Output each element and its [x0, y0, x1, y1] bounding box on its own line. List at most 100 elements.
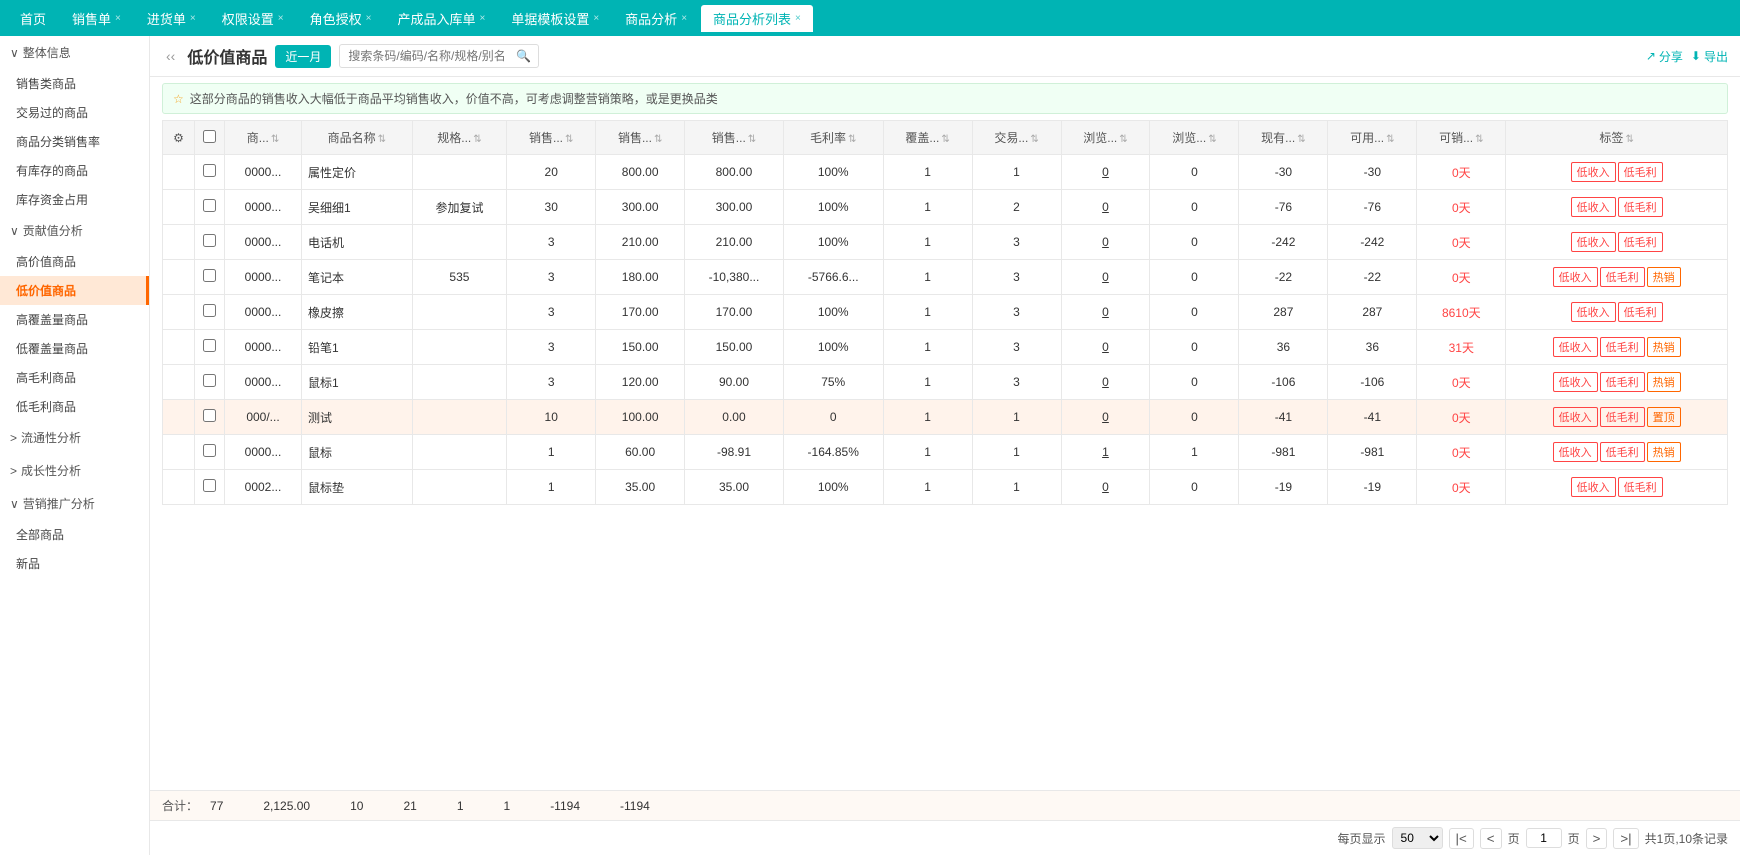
view1-column-header[interactable]: 浏览...⇅ — [1061, 121, 1150, 155]
last-page-button[interactable]: >| — [1613, 828, 1638, 849]
nav-item-单据模板设置[interactable]: 单据模板设置× — [499, 5, 611, 32]
sidebar-item-交易过的商品[interactable]: 交易过的商品 — [0, 98, 149, 127]
row-checkbox-input[interactable] — [203, 164, 216, 177]
nav-item-销售单[interactable]: 销售单× — [60, 5, 133, 32]
settings-column-header[interactable]: ⚙ — [163, 121, 195, 155]
nav-item-首页[interactable]: 首页 — [8, 5, 58, 32]
tags-column-header[interactable]: 标签⇅ — [1506, 121, 1728, 155]
row-view1[interactable]: 0 — [1061, 190, 1150, 225]
share-button[interactable]: ↗ 分享 — [1646, 48, 1683, 65]
nav-item-商品分析列表[interactable]: 商品分析列表× — [701, 5, 813, 32]
coverage-column-header[interactable]: 覆盖...⇅ — [883, 121, 972, 155]
sidebar-item-库存资金占用[interactable]: 库存资金占用 — [0, 185, 149, 214]
row-checkbox[interactable] — [195, 295, 225, 330]
row-checkbox[interactable] — [195, 190, 225, 225]
sidebar-group-贡献值分析[interactable]: ∨贡献值分析 — [0, 214, 149, 247]
first-page-button[interactable]: |< — [1449, 828, 1474, 849]
row-checkbox[interactable] — [195, 435, 225, 470]
view2-column-header[interactable]: 浏览...⇅ — [1150, 121, 1239, 155]
view-link[interactable]: 0 — [1102, 305, 1109, 319]
next-page-button[interactable]: > — [1586, 828, 1608, 849]
sidebar-item-商品分类销售率[interactable]: 商品分类销售率 — [0, 127, 149, 156]
search-icon[interactable]: 🔍 — [516, 49, 531, 63]
row-view1[interactable]: 0 — [1061, 470, 1150, 505]
close-icon[interactable]: × — [681, 13, 687, 24]
page-number-input[interactable] — [1526, 828, 1562, 848]
sidebar-group-成长性分析[interactable]: >成长性分析 — [0, 454, 149, 487]
sidebar-item-销售类商品[interactable]: 销售类商品 — [0, 69, 149, 98]
row-checkbox-input[interactable] — [203, 409, 216, 422]
view-link[interactable]: 0 — [1102, 375, 1109, 389]
current-stock-column-header[interactable]: 现有...⇅ — [1239, 121, 1328, 155]
sidebar-group-营销推广分析[interactable]: ∨营销推广分析 — [0, 487, 149, 520]
row-checkbox[interactable] — [195, 400, 225, 435]
sidebar-item-高覆盖量商品[interactable]: 高覆盖量商品 — [0, 305, 149, 334]
sidebar-item-低价值商品[interactable]: 低价值商品 — [0, 276, 149, 305]
nav-item-角色授权[interactable]: 角色授权× — [298, 5, 384, 32]
view-link[interactable]: 0 — [1102, 270, 1109, 284]
nav-item-权限设置[interactable]: 权限设置× — [210, 5, 296, 32]
prev-page-button[interactable]: < — [1480, 828, 1502, 849]
row-checkbox-input[interactable] — [203, 444, 216, 457]
sellable-days-column-header[interactable]: 可销...⇅ — [1417, 121, 1506, 155]
name-column-header[interactable]: 商品名称⇅ — [302, 121, 413, 155]
view-link[interactable]: 1 — [1102, 445, 1109, 459]
sidebar-item-有库存的商品[interactable]: 有库存的商品 — [0, 156, 149, 185]
row-checkbox[interactable] — [195, 260, 225, 295]
close-icon[interactable]: × — [278, 13, 284, 24]
view-link[interactable]: 0 — [1102, 410, 1109, 424]
row-view1[interactable]: 0 — [1061, 260, 1150, 295]
row-view1[interactable]: 0 — [1061, 365, 1150, 400]
sidebar-item-低覆盖量商品[interactable]: 低覆盖量商品 — [0, 334, 149, 363]
close-icon[interactable]: × — [366, 13, 372, 24]
row-checkbox-input[interactable] — [203, 234, 216, 247]
row-checkbox[interactable] — [195, 365, 225, 400]
view-link[interactable]: 0 — [1102, 480, 1109, 494]
page-size-select[interactable]: 50 100 200 — [1392, 827, 1443, 849]
spec-column-header[interactable]: 规格...⇅ — [412, 121, 507, 155]
row-checkbox-input[interactable] — [203, 479, 216, 492]
row-view1[interactable]: 1 — [1061, 435, 1150, 470]
row-checkbox[interactable] — [195, 470, 225, 505]
sales-qty-column-header[interactable]: 销售...⇅ — [507, 121, 596, 155]
close-icon[interactable]: × — [593, 13, 599, 24]
sales-cost-column-header[interactable]: 销售...⇅ — [685, 121, 784, 155]
available-stock-column-header[interactable]: 可用...⇅ — [1328, 121, 1417, 155]
sidebar-item-高价值商品[interactable]: 高价值商品 — [0, 247, 149, 276]
view-link[interactable]: 0 — [1102, 200, 1109, 214]
select-all-checkbox[interactable] — [203, 130, 216, 143]
close-icon[interactable]: × — [190, 13, 196, 24]
view-link[interactable]: 0 — [1102, 235, 1109, 249]
row-checkbox-input[interactable] — [203, 339, 216, 352]
sidebar-item-全部商品[interactable]: 全部商品 — [0, 520, 149, 549]
row-checkbox[interactable] — [195, 225, 225, 260]
row-view1[interactable]: 0 — [1061, 225, 1150, 260]
view-link[interactable]: 0 — [1102, 165, 1109, 179]
nav-item-商品分析[interactable]: 商品分析× — [613, 5, 699, 32]
sidebar-group-整体信息[interactable]: ∨整体信息 — [0, 36, 149, 69]
collapse-button[interactable]: ‹‹ — [162, 46, 179, 66]
sales-amt-column-header[interactable]: 销售...⇅ — [596, 121, 685, 155]
nav-item-产成品入库单[interactable]: 产成品入库单× — [385, 5, 497, 32]
close-icon[interactable]: × — [479, 13, 485, 24]
transaction-column-header[interactable]: 交易...⇅ — [972, 121, 1061, 155]
row-checkbox-input[interactable] — [203, 374, 216, 387]
row-view1[interactable]: 0 — [1061, 295, 1150, 330]
code-column-header[interactable]: 商...⇅ — [225, 121, 302, 155]
nav-item-进货单[interactable]: 进货单× — [135, 5, 208, 32]
close-icon[interactable]: × — [795, 13, 801, 24]
row-checkbox-input[interactable] — [203, 304, 216, 317]
view-link[interactable]: 0 — [1102, 340, 1109, 354]
row-view1[interactable]: 0 — [1061, 155, 1150, 190]
time-filter-button[interactable]: 近一月 — [275, 45, 331, 68]
row-checkbox-input[interactable] — [203, 199, 216, 212]
sidebar-group-流通性分析[interactable]: >流通性分析 — [0, 421, 149, 454]
close-icon[interactable]: × — [115, 13, 121, 24]
sidebar-item-低毛利商品[interactable]: 低毛利商品 — [0, 392, 149, 421]
search-input[interactable] — [339, 44, 539, 68]
row-view1[interactable]: 0 — [1061, 400, 1150, 435]
checkbox-column-header[interactable] — [195, 121, 225, 155]
row-checkbox-input[interactable] — [203, 269, 216, 282]
row-view1[interactable]: 0 — [1061, 330, 1150, 365]
sidebar-item-新品[interactable]: 新品 — [0, 549, 149, 578]
